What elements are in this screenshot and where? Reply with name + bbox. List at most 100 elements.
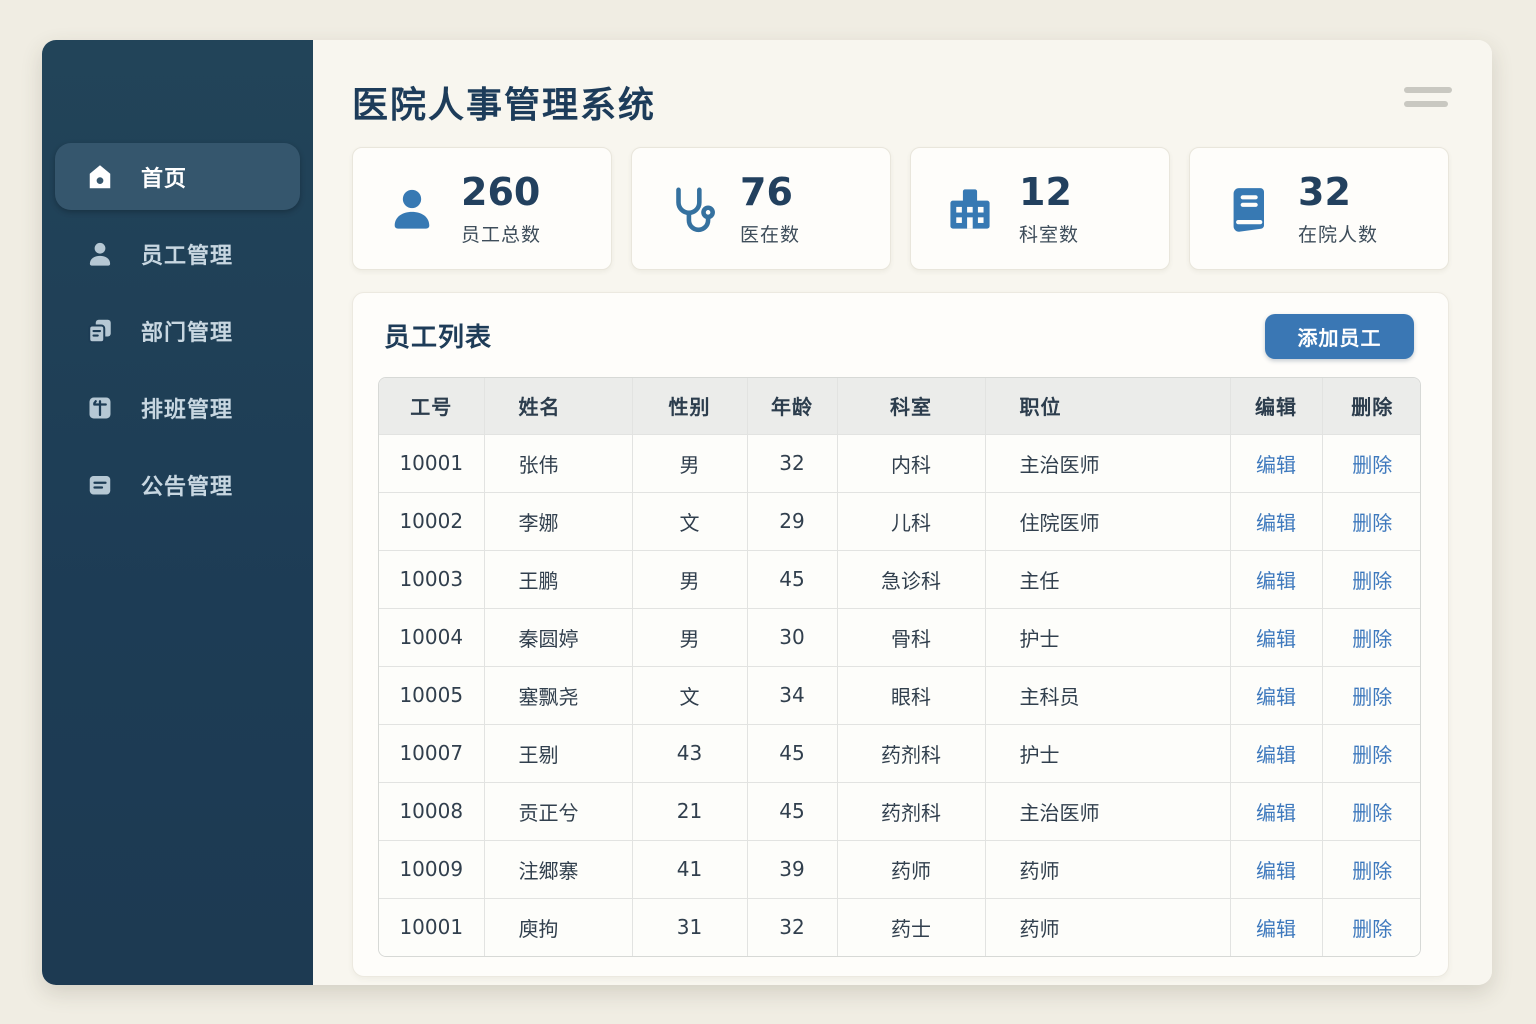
delete-link-cell: 删除 <box>1321 607 1420 667</box>
cell-department: 急诊科 <box>836 549 986 609</box>
stat-card-total-employees: 260 员工总数 <box>352 147 612 270</box>
edit-link-cell: 编辑 <box>1229 665 1323 725</box>
department-icon <box>85 316 115 346</box>
edit-link-cell: 编辑 <box>1229 433 1323 493</box>
cell-department: 儿科 <box>836 491 986 551</box>
edit-link[interactable]: 编辑 <box>1256 859 1296 883</box>
delete-link-cell: 删除 <box>1321 433 1420 493</box>
edit-link[interactable]: 编辑 <box>1256 569 1296 593</box>
cell-gender: 文 <box>631 665 748 725</box>
cell-position: 主治医师 <box>984 433 1231 493</box>
delete-link[interactable]: 删除 <box>1352 569 1392 593</box>
add-employee-button[interactable]: 添加员工 <box>1265 314 1414 359</box>
cell-name: 贡正兮 <box>483 781 633 841</box>
edit-link-cell: 编辑 <box>1229 897 1323 956</box>
stat-label: 科室数 <box>1019 223 1080 246</box>
announcement-icon <box>85 470 115 500</box>
user-icon <box>387 184 437 234</box>
sidebar-item-schedule[interactable]: 排班管理 <box>55 374 300 441</box>
cell-age: 30 <box>746 607 838 667</box>
delete-link[interactable]: 删除 <box>1352 859 1392 883</box>
table-row: 10009 注郷寨 41 39 药师 药师 编辑 删除 <box>379 839 1420 899</box>
sidebar-item-announcements[interactable]: 公告管理 <box>55 451 300 518</box>
cell-name: 李娜 <box>483 491 633 551</box>
stat-cards: 260 员工总数 76 医在数 12 科室数 32 在院人数 <box>352 147 1449 270</box>
table-row: 10001 庾拘 31 32 药士 药师 编辑 删除 <box>379 897 1420 956</box>
sidebar-item-employees[interactable]: 员工管理 <box>55 220 300 287</box>
panel-title: 员工列表 <box>384 323 493 353</box>
sidebar-item-home[interactable]: 首页 <box>55 143 300 210</box>
delete-link-cell: 删除 <box>1321 781 1420 841</box>
cell-name: 王鹏 <box>483 549 633 609</box>
delete-link-cell: 删除 <box>1321 897 1420 956</box>
edit-link-cell: 编辑 <box>1229 607 1323 667</box>
edit-link[interactable]: 编辑 <box>1256 801 1296 825</box>
table-row: 10002 李娜文 29 儿科 住院医师 编辑 删除 <box>379 491 1420 551</box>
cell-position: 主治医师 <box>984 781 1231 841</box>
cell-gender: 男 <box>631 607 748 667</box>
schedule-icon <box>85 393 115 423</box>
edit-link[interactable]: 编辑 <box>1256 743 1296 767</box>
delete-link[interactable]: 删除 <box>1352 453 1392 477</box>
cell-department: 骨科 <box>836 607 986 667</box>
cell-employee-id: 10004 <box>379 607 485 667</box>
cell-gender: 男 <box>631 433 748 493</box>
table-row: 10005 塞飘尧文 34 眼科 主科员 编辑 删除 <box>379 665 1420 725</box>
menu-icon[interactable] <box>1404 87 1452 107</box>
delete-link[interactable]: 删除 <box>1352 917 1392 941</box>
delete-link[interactable]: 删除 <box>1352 743 1392 767</box>
edit-link[interactable]: 编辑 <box>1256 511 1296 535</box>
employee-table: 工号 姓名 性别 年龄 科室 职位 编辑 删除 10001 张伟男 32 内科 主治医师 编辑 删除 100… <box>378 377 1421 957</box>
sidebar-item-label: 排班管理 <box>141 397 234 423</box>
cell-employee-id: 10001 <box>379 433 485 493</box>
delete-link[interactable]: 删除 <box>1352 511 1392 535</box>
sidebar-item-label: 首页 <box>141 166 188 192</box>
stat-value: 12 <box>1019 169 1072 214</box>
cell-age: 32 <box>746 897 838 956</box>
edit-link[interactable]: 编辑 <box>1256 627 1296 651</box>
stat-value: 32 <box>1298 169 1351 214</box>
delete-link-cell: 删除 <box>1321 665 1420 725</box>
cell-employee-id: 10008 <box>379 781 485 841</box>
delete-link[interactable]: 删除 <box>1352 685 1392 709</box>
stat-value: 260 <box>461 169 541 214</box>
delete-link[interactable]: 删除 <box>1352 801 1392 825</box>
cell-age: 29 <box>746 491 838 551</box>
column-header: 姓名 <box>483 378 633 435</box>
employee-list-panel: 员工列表 添加员工 工号 姓名 性别 年龄 科室 职位 编辑 删除 10001 张伟男 32 内科主… <box>352 292 1449 977</box>
column-header: 职位 <box>984 378 1231 435</box>
cell-department: 药师 <box>836 839 986 899</box>
book-icon <box>1224 184 1274 234</box>
cell-gender: 21 <box>631 781 748 841</box>
cell-age: 34 <box>746 665 838 725</box>
cell-name: 张伟 <box>483 433 633 493</box>
edit-link[interactable]: 编辑 <box>1256 917 1296 941</box>
cell-age: 39 <box>746 839 838 899</box>
cell-department: 药剂科 <box>836 781 986 841</box>
delete-link-cell: 删除 <box>1321 549 1420 609</box>
cell-department: 眼科 <box>836 665 986 725</box>
cell-position: 主科员 <box>984 665 1231 725</box>
edit-link[interactable]: 编辑 <box>1256 685 1296 709</box>
page-title: 医院人事管理系统 <box>352 85 657 126</box>
cell-position: 住院医师 <box>984 491 1231 551</box>
column-header: 科室 <box>836 378 986 435</box>
cell-employee-id: 10009 <box>379 839 485 899</box>
stat-value: 76 <box>740 169 793 214</box>
delete-link-cell: 删除 <box>1321 839 1420 899</box>
cell-employee-id: 10002 <box>379 491 485 551</box>
delete-link-cell: 删除 <box>1321 723 1420 783</box>
delete-link[interactable]: 删除 <box>1352 627 1392 651</box>
edit-link-cell: 编辑 <box>1229 549 1323 609</box>
cell-department: 药剂科 <box>836 723 986 783</box>
cell-department: 药士 <box>836 897 986 956</box>
home-icon <box>85 162 115 192</box>
column-header: 性别 <box>631 378 748 435</box>
cell-gender: 41 <box>631 839 748 899</box>
sidebar-item-label: 部门管理 <box>141 320 234 346</box>
stat-card-inpatients: 32 在院人数 <box>1189 147 1449 270</box>
column-header: 工号 <box>379 378 485 435</box>
sidebar-item-departments[interactable]: 部门管理 <box>55 297 300 364</box>
edit-link[interactable]: 编辑 <box>1256 453 1296 477</box>
cell-age: 32 <box>746 433 838 493</box>
